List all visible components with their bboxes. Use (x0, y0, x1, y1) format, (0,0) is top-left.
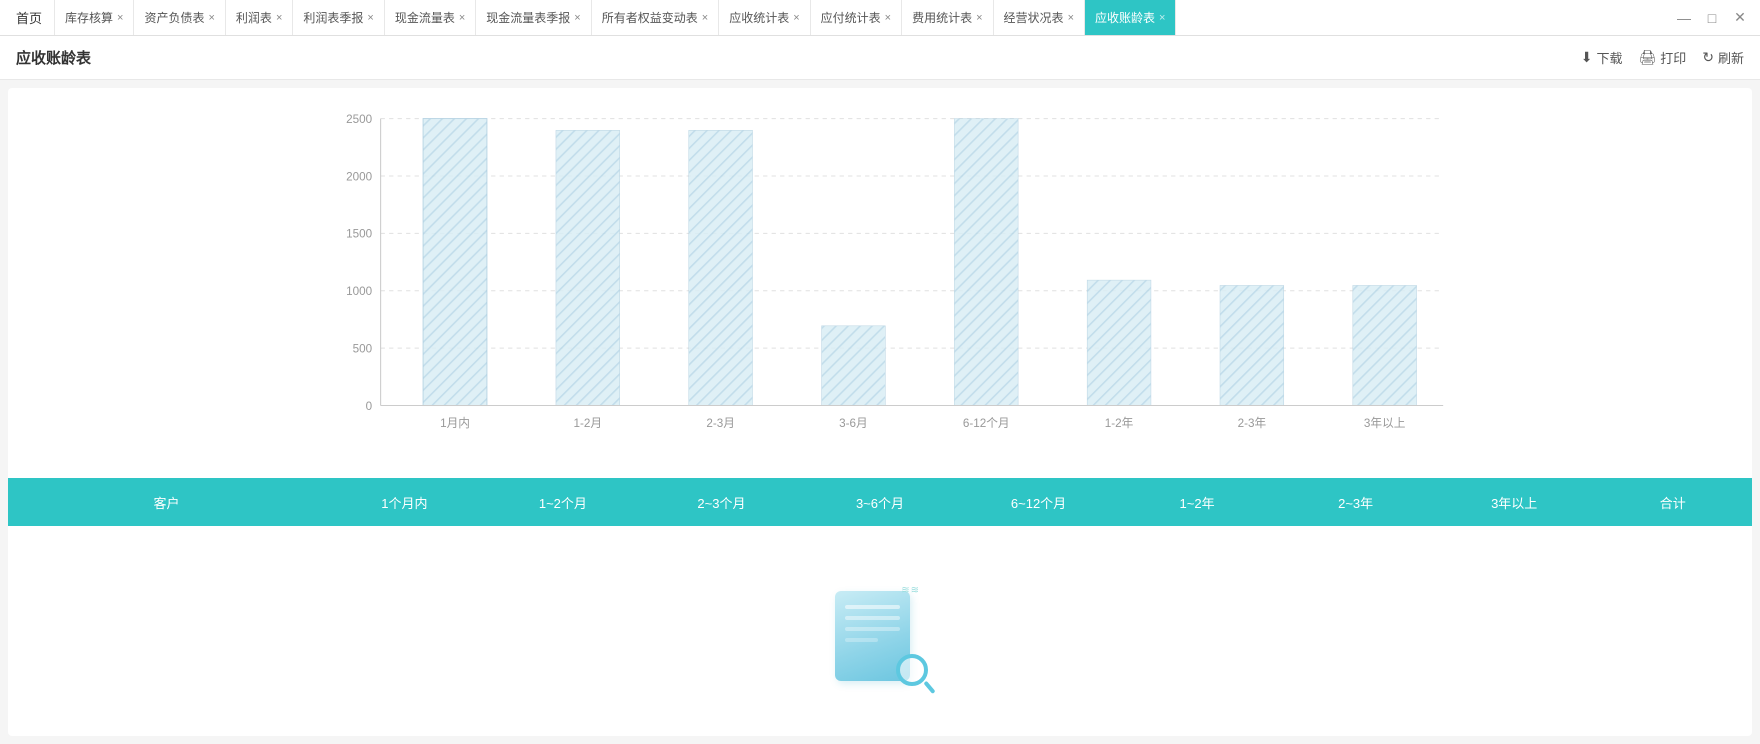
header-actions: ⬇ 下载 🖨 打印 ↻ 刷新 (1581, 48, 1744, 67)
close-ap-stat-icon[interactable]: × (885, 12, 891, 24)
close-balance-icon[interactable]: × (208, 12, 214, 24)
chart-area: 0 500 1000 1500 2000 2500 (8, 88, 1752, 478)
svg-text:3年以上: 3年以上 (1364, 416, 1406, 430)
doc-line-2 (845, 616, 900, 620)
tab-balance[interactable]: 资产负债表 × (134, 0, 225, 36)
close-profit-q-icon[interactable]: × (367, 12, 373, 24)
maximize-button[interactable]: □ (1700, 6, 1724, 30)
doc-line-1 (845, 605, 900, 609)
print-icon: 🖨 (1638, 49, 1656, 66)
col-header-6-12m: 6~12个月 (959, 493, 1118, 512)
close-expense-icon[interactable]: × (976, 12, 982, 24)
col-header-total: 合计 (1593, 493, 1752, 512)
refresh-button[interactable]: ↻ 刷新 (1702, 48, 1744, 67)
tab-ar-stat[interactable]: 应收统计表 × (719, 0, 810, 36)
svg-text:1000: 1000 (346, 285, 372, 298)
col-header-1-2m: 1~2个月 (484, 493, 643, 512)
refresh-icon: ↻ (1702, 49, 1714, 66)
magnify-circle (896, 654, 928, 686)
close-equity-icon[interactable]: × (702, 12, 708, 24)
tab-home[interactable]: 首页 (4, 0, 55, 36)
tab-profit-q[interactable]: 利润表季报 × (293, 0, 384, 36)
close-ar-stat-icon[interactable]: × (793, 12, 799, 24)
svg-text:6-12个月: 6-12个月 (963, 417, 1010, 430)
minimize-button[interactable]: — (1672, 6, 1696, 30)
svg-text:2-3月: 2-3月 (706, 417, 735, 430)
svg-text:0: 0 (366, 400, 373, 413)
download-icon: ⬇ (1581, 49, 1593, 66)
svg-text:1月内: 1月内 (440, 416, 470, 430)
doc-line-3 (845, 627, 900, 631)
print-button[interactable]: 🖨 打印 (1638, 48, 1686, 67)
close-inventory-icon[interactable]: × (117, 12, 123, 24)
tab-cashflow[interactable]: 现金流量表 × (385, 0, 476, 36)
col-header-1m: 1个月内 (325, 493, 484, 512)
col-header-1-2y: 1~2年 (1118, 493, 1277, 512)
magnify-handle (923, 681, 935, 694)
download-button[interactable]: ⬇ 下载 (1581, 48, 1623, 67)
bar-chart: 0 500 1000 1500 2000 2500 (38, 108, 1722, 448)
tab-profit[interactable]: 利润表 × (226, 0, 293, 36)
svg-text:2500: 2500 (346, 113, 372, 126)
svg-text:1-2月: 1-2月 (574, 417, 603, 430)
tab-ar-aging[interactable]: 应收账龄表 × (1085, 0, 1176, 36)
tab-ap-stat[interactable]: 应付统计表 × (811, 0, 902, 36)
table-header: 客户 1个月内 1~2个月 2~3个月 3~6个月 6~12个月 1~2年 2~… (8, 478, 1752, 526)
tab-equity[interactable]: 所有者权益变动表 × (592, 0, 719, 36)
tab-bar: 首页 库存核算 × 资产负债表 × 利润表 × 利润表季报 × 现金流量表 × … (0, 0, 1760, 36)
svg-text:500: 500 (353, 342, 373, 355)
svg-text:1500: 1500 (346, 228, 372, 241)
doc-lines (845, 605, 900, 642)
col-header-2-3m: 2~3个月 (642, 493, 801, 512)
close-ar-aging-icon[interactable]: × (1159, 12, 1165, 24)
doc-line-4 (845, 638, 878, 642)
close-window-button[interactable]: ✕ (1728, 6, 1752, 30)
svg-text:2-3年: 2-3年 (1238, 416, 1267, 430)
col-header-customer: 客户 (8, 493, 325, 512)
svg-text:1-2年: 1-2年 (1105, 416, 1134, 430)
tab-inventory[interactable]: 库存核算 × (55, 0, 134, 36)
col-header-2-3y: 2~3年 (1276, 493, 1435, 512)
doc-decoration: ≋≋ (901, 586, 920, 596)
svg-text:2000: 2000 (346, 170, 372, 183)
empty-illustration: ≋≋ (830, 586, 930, 696)
window-controls: — □ ✕ (1672, 6, 1756, 30)
close-profit-icon[interactable]: × (276, 12, 282, 24)
svg-text:3-6月: 3-6月 (839, 417, 868, 430)
close-cashflow-q-icon[interactable]: × (574, 12, 580, 24)
tab-operation[interactable]: 经营状况表 × (994, 0, 1085, 36)
tab-cashflow-q[interactable]: 现金流量表季报 × (476, 0, 591, 36)
col-header-3y-plus: 3年以上 (1435, 493, 1594, 512)
col-header-3-6m: 3~6个月 (801, 493, 960, 512)
main-content: 0 500 1000 1500 2000 2500 (8, 88, 1752, 736)
close-cashflow-icon[interactable]: × (459, 12, 465, 24)
page-header: 应收账龄表 ⬇ 下载 🖨 打印 ↻ 刷新 (0, 36, 1760, 80)
close-operation-icon[interactable]: × (1068, 12, 1074, 24)
page-title: 应收账龄表 (16, 47, 91, 68)
tab-expense[interactable]: 费用统计表 × (902, 0, 993, 36)
empty-state: ≋≋ (8, 526, 1752, 736)
